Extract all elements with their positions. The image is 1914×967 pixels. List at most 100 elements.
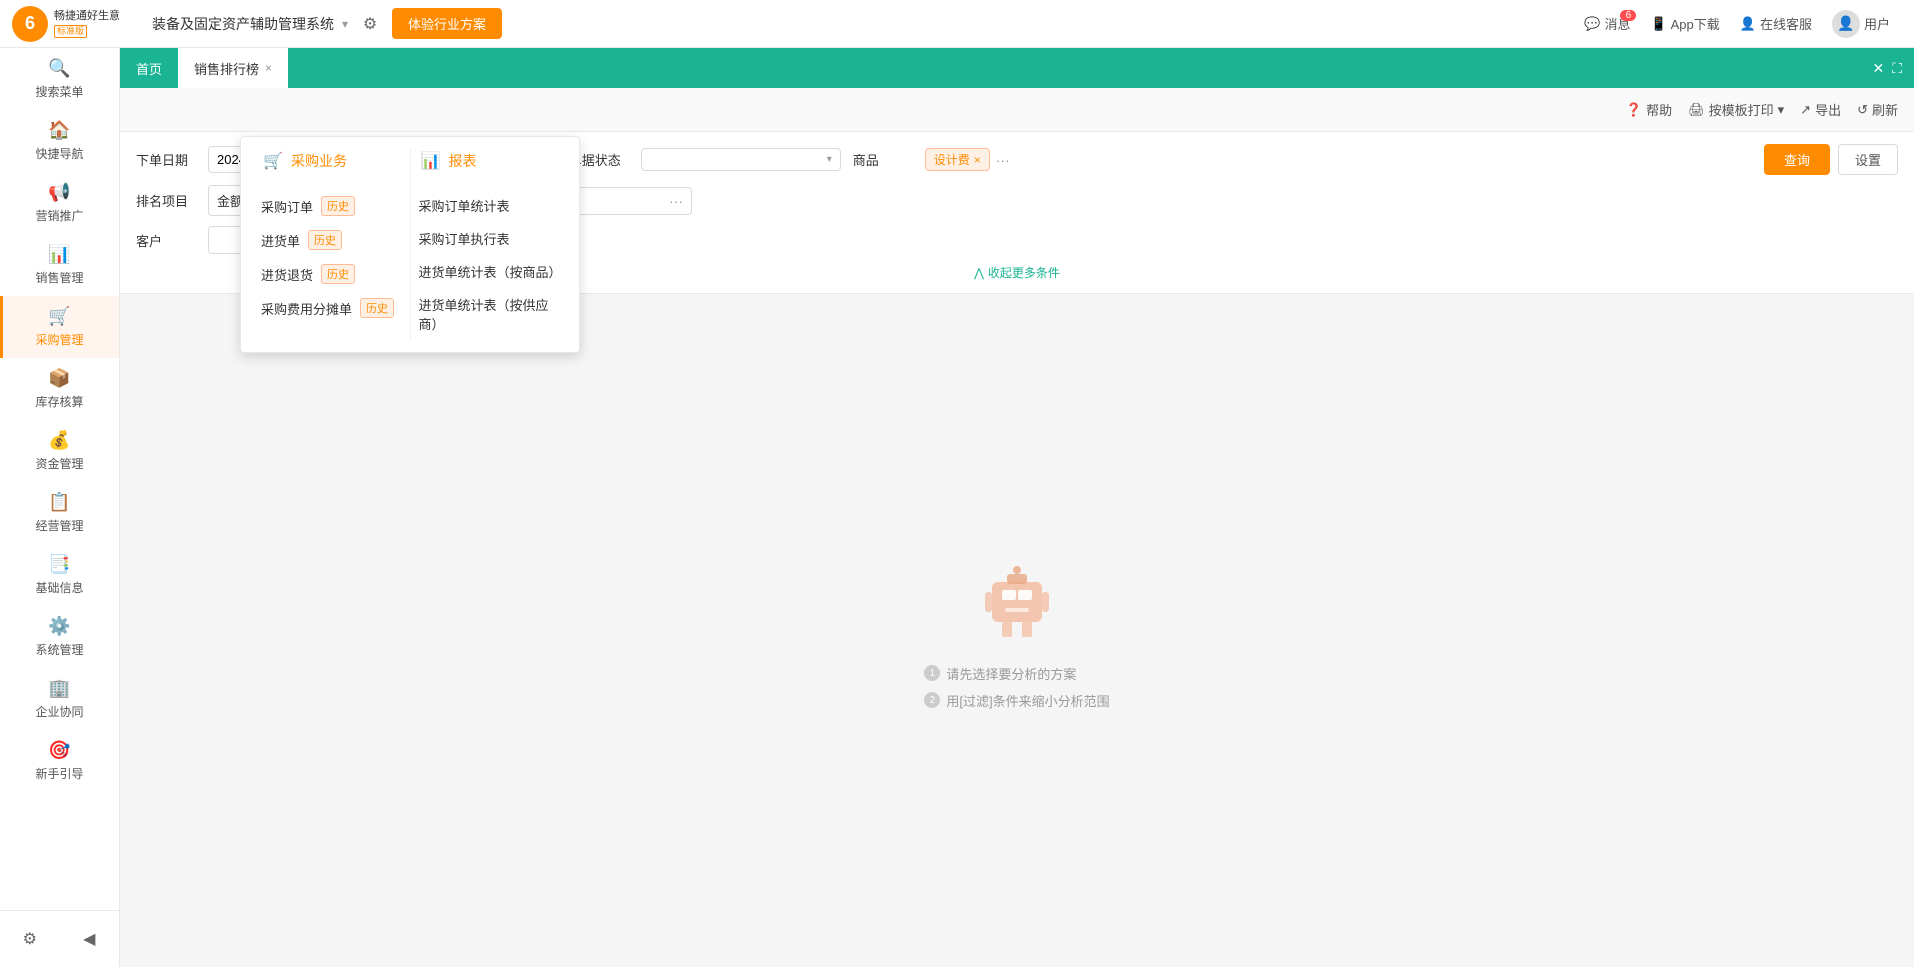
close-window-icon[interactable]: ✕ [1872, 60, 1884, 77]
menu-item-inbound[interactable]: 进货单 历史 [261, 223, 402, 257]
online-service-action[interactable]: 👤 在线客服 [1740, 14, 1812, 33]
sidebar-item-purchase[interactable]: 🛒 采购管理 [0, 296, 119, 358]
sidebar-label-guide: 新手引导 [35, 765, 83, 782]
print-icon: 🖨 [1688, 102, 1705, 118]
guide-icon: 🎯 [48, 740, 70, 761]
sidebar-collapse-btn[interactable]: ◀ [71, 921, 107, 957]
system-name: 装备及固定资产辅助管理系统 [152, 14, 334, 34]
app-download-action[interactable]: 📱 App下载 [1650, 14, 1719, 33]
collapse-arrow-icon: ⋀ [974, 266, 984, 280]
collapse-button[interactable]: ⋀ 收起更多条件 [974, 264, 1060, 281]
user-action[interactable]: 👤 用户 [1832, 10, 1890, 38]
hint-dot-2: 2 [924, 692, 940, 708]
sidebar-item-enterprise[interactable]: 🏢 企业协同 [0, 668, 119, 730]
menu-item-purchase-order[interactable]: 采购订单 历史 [261, 189, 402, 223]
purchase-order-exec-label: 采购订单执行表 [419, 229, 510, 248]
tab-sales-ranking[interactable]: 销售排行榜 × [178, 48, 288, 88]
sidebar-item-finance[interactable]: 💰 资金管理 [0, 420, 119, 482]
export-action[interactable]: ↗ 导出 [1800, 100, 1841, 119]
salesman-more-btn[interactable]: ··· [669, 193, 683, 209]
sidebar-item-basic[interactable]: 📑 基础信息 [0, 544, 119, 606]
sidebar-item-operations[interactable]: 📋 经营管理 [0, 482, 119, 544]
industry-button[interactable]: 体验行业方案 [392, 8, 502, 39]
query-button[interactable]: 查询 [1764, 144, 1830, 175]
sidebar-item-inventory[interactable]: 📦 库存核算 [0, 358, 119, 420]
user-label: 用户 [1864, 14, 1890, 33]
logo-brand: 畅捷通好生意 [54, 9, 120, 23]
goods-more-btn[interactable]: ··· [996, 152, 1010, 168]
goods-filter-label: 商品 [853, 150, 913, 169]
menu-item-purchase-expense[interactable]: 采购费用分摊单 历史 [261, 291, 402, 325]
maximize-icon[interactable]: ⛶ [1892, 60, 1902, 77]
purchase-col-title: 采购业务 [291, 151, 347, 171]
set-button[interactable]: 设置 [1838, 144, 1898, 175]
tab-home[interactable]: 首页 [120, 48, 178, 88]
system-arrow-icon[interactable]: ▾ [342, 17, 348, 31]
logo-area: 6 畅捷通好生意 标准版 [12, 6, 132, 42]
menu-item-inbound-return[interactable]: 进货退货 历史 [261, 257, 402, 291]
bill-status-select[interactable]: ▾ [641, 148, 841, 171]
tab-close-icon[interactable]: × [265, 61, 272, 75]
sidebar-label-basic: 基础信息 [35, 579, 83, 596]
online-service-label: 在线客服 [1760, 14, 1812, 33]
refresh-action[interactable]: ↺ 刷新 [1857, 100, 1898, 119]
topbar: 6 畅捷通好生意 标准版 装备及固定资产辅助管理系统 ▾ ⚙ 体验行业方案 💬 … [0, 0, 1914, 48]
purchase-order-label: 采购订单 [261, 197, 313, 216]
inbound-return-label: 进货退货 [261, 265, 313, 284]
empty-hint-1: 1 请先选择要分析的方案 [924, 664, 1109, 683]
sidebar-settings-btn[interactable]: ⚙ [12, 921, 48, 957]
dropdown-columns: 🛒 采购业务 采购订单 历史 进货单 历史 进货退货 历史 [253, 149, 567, 340]
hint-dot-1: 1 [924, 665, 940, 681]
service-icon: 👤 [1740, 16, 1756, 32]
dropdown-report-col: 📊 报表 采购订单统计表 采购订单执行表 进货单统计表（按商品） 进货单统计表（… [410, 149, 568, 340]
print-template-action[interactable]: 🖨 按模板打印 ▾ [1688, 100, 1784, 119]
purchase-col-icon: 🛒 [261, 149, 285, 173]
refresh-label: 刷新 [1872, 100, 1898, 119]
menu-item-purchase-order-exec[interactable]: 采购订单执行表 [419, 222, 560, 255]
toolbar: ❓ 帮助 🖨 按模板打印 ▾ ↗ 导出 ↺ 刷新 [120, 88, 1914, 132]
inventory-icon: 📦 [48, 368, 70, 389]
sidebar-item-guide[interactable]: 🎯 新手引导 [0, 730, 119, 792]
purchase-col-header: 🛒 采购业务 [261, 149, 402, 179]
export-label: 导出 [1815, 100, 1841, 119]
message-icon: 💬 [1584, 16, 1600, 32]
menu-item-purchase-order-stats[interactable]: 采购订单统计表 [419, 189, 560, 222]
sidebar-item-system[interactable]: ⚙️ 系统管理 [0, 606, 119, 668]
sidebar-item-sales[interactable]: 📊 销售管理 [0, 234, 119, 296]
sidebar: 🔍 搜索菜单 🏠 快捷导航 📢 营销推广 📊 销售管理 🛒 采购管理 📦 库存核… [0, 48, 120, 967]
user-avatar: 👤 [1832, 10, 1860, 38]
sidebar-item-search[interactable]: 🔍 搜索菜单 [0, 48, 119, 110]
operations-icon: 📋 [48, 492, 70, 513]
system-icon: ⚙️ [48, 616, 70, 637]
sidebar-label-inventory: 库存核算 [35, 393, 83, 410]
sidebar-item-marketing[interactable]: 📢 营销推广 [0, 172, 119, 234]
purchase-expense-history-tag: 历史 [360, 298, 394, 318]
goods-tag-close[interactable]: × [974, 153, 981, 167]
print-arrow-icon: ▾ [1778, 102, 1785, 118]
sidebar-label-sales: 销售管理 [35, 269, 83, 286]
sidebar-item-quick[interactable]: 🏠 快捷导航 [0, 110, 119, 172]
home-icon: 🏠 [48, 120, 70, 141]
inbound-stats-goods-label: 进货单统计表（按商品） [419, 262, 560, 281]
sidebar-label-enterprise: 企业协同 [35, 703, 83, 720]
basic-icon: 📑 [48, 554, 70, 575]
topbar-system: 装备及固定资产辅助管理系统 ▾ ⚙ 体验行业方案 [132, 8, 1584, 39]
goods-tag: 设计费 × [925, 148, 990, 171]
logo-text: 畅捷通好生意 标准版 [54, 9, 120, 39]
sidebar-label-system: 系统管理 [35, 641, 83, 658]
menu-item-inbound-stats-goods[interactable]: 进货单统计表（按商品） [419, 255, 560, 288]
gear-icon[interactable]: ⚙ [356, 10, 384, 38]
help-action[interactable]: ❓ 帮助 [1626, 100, 1672, 119]
export-icon: ↗ [1800, 102, 1811, 118]
inbound-history-tag: 历史 [308, 230, 342, 250]
empty-illustration [967, 552, 1067, 652]
sales-icon: 📊 [48, 244, 70, 265]
report-col-header: 📊 报表 [419, 149, 560, 179]
goods-tag-text: 设计费 [934, 151, 970, 168]
sidebar-bottom: ⚙ ◀ [0, 910, 119, 967]
main-layout: 🔍 搜索菜单 🏠 快捷导航 📢 营销推广 📊 销售管理 🛒 采购管理 📦 库存核… [0, 48, 1914, 967]
tab-expand-btn[interactable]: ✕ ⛶ [1860, 48, 1914, 88]
menu-item-inbound-stats-supplier[interactable]: 进货单统计表（按供应商） [419, 288, 560, 340]
sidebar-label-finance: 资金管理 [35, 455, 83, 472]
message-action[interactable]: 💬 消息 6 [1584, 14, 1630, 33]
